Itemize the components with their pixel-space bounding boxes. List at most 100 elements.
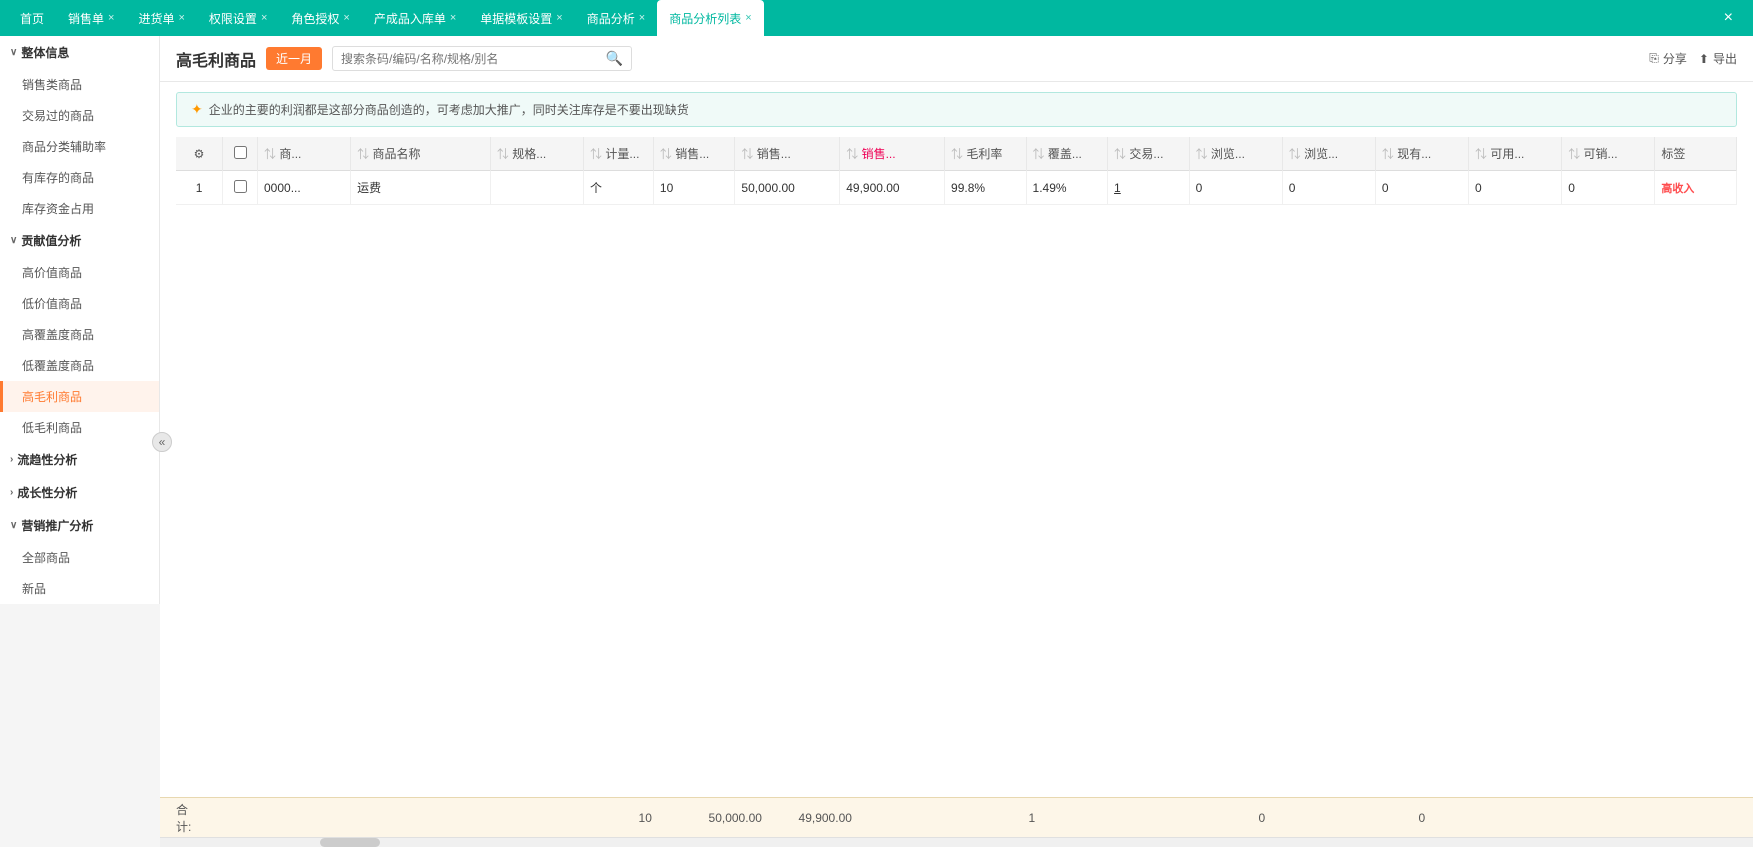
sort-icon: ⇅: [264, 147, 276, 161]
arrow-icon-marketing: ∨: [10, 520, 17, 531]
cell-checkbox[interactable]: [223, 171, 258, 205]
sidebar-collapse-button[interactable]: «: [152, 432, 172, 452]
nav-sales[interactable]: 销售单 ×: [56, 0, 126, 36]
footer-sales-amt: 50,000.00: [703, 811, 793, 825]
arrow-icon-trend: ›: [10, 454, 13, 465]
arrow-icon-overview: ∨: [10, 47, 17, 58]
th-name[interactable]: ⇅ 商品名称: [351, 137, 491, 171]
th-browse2[interactable]: ⇅ 浏览...: [1282, 137, 1375, 171]
nav-close-template[interactable]: ×: [556, 12, 562, 24]
sidebar-item-traded-goods[interactable]: 交易过的商品: [0, 100, 159, 131]
cell-sales-amt: 50,000.00: [735, 171, 840, 205]
th-profit[interactable]: ⇅ 销售...: [840, 137, 945, 171]
goods-table: ⚙ ⇅ 商... ⇅ 商品名称 ⇅ 规格...: [176, 137, 1737, 205]
table-header-row: ⚙ ⇅ 商... ⇅ 商品名称 ⇅ 规格...: [176, 137, 1737, 171]
th-tag[interactable]: 标签: [1655, 137, 1737, 171]
sort-icon: ⇅: [1568, 147, 1580, 161]
sidebar-item-low-value[interactable]: 低价值商品: [0, 288, 159, 319]
sidebar-item-new-goods[interactable]: 新品: [0, 573, 159, 604]
bottom-scrollbar[interactable]: [160, 837, 1753, 847]
th-sellable[interactable]: ⇅ 可销...: [1562, 137, 1655, 171]
cell-sellable: 0: [1562, 171, 1655, 205]
tag-label: 高收入: [1661, 183, 1694, 195]
nav-template[interactable]: 单据模板设置 ×: [468, 0, 574, 36]
nav-analysis[interactable]: 商品分析 ×: [575, 0, 657, 36]
sidebar-item-all-goods[interactable]: 全部商品: [0, 542, 159, 573]
footer-spacer1: [223, 811, 263, 825]
cell-num: 1: [176, 171, 223, 205]
th-stock2[interactable]: ⇅ 可用...: [1469, 137, 1562, 171]
info-banner: ✦ 企业的主要的利润都是这部分商品创造的，可考虑加大推广，同时关注库存是不要出现…: [176, 92, 1737, 127]
footer-sellable: 0: [1413, 811, 1493, 825]
search-icon[interactable]: 🔍: [606, 50, 623, 67]
period-button[interactable]: 近一月: [266, 47, 322, 70]
nav-close-permissions[interactable]: ×: [261, 12, 267, 24]
sidebar-item-high-coverage[interactable]: 高覆盖度商品: [0, 319, 159, 350]
nav-close-inbound[interactable]: ×: [450, 12, 456, 24]
sidebar-section-marketing[interactable]: ∨ 营销推广分析: [0, 509, 159, 542]
footer-values: 10 50,000.00 49,900.00 1 0 0: [223, 811, 1737, 825]
th-settings[interactable]: ⚙: [176, 137, 223, 171]
cell-cover: 1.49%: [1026, 171, 1108, 205]
sidebar-item-low-coverage[interactable]: 低覆盖度商品: [0, 350, 159, 381]
sidebar-item-high-value[interactable]: 高价值商品: [0, 257, 159, 288]
cell-profit: 49,900.00: [840, 171, 945, 205]
cell-browse1: 0: [1189, 171, 1282, 205]
footer-label: 合计:: [176, 801, 203, 835]
cell-stock2: 0: [1469, 171, 1562, 205]
th-sales-amt[interactable]: ⇅ 销售...: [735, 137, 840, 171]
sidebar-item-low-margin[interactable]: 低毛利商品: [0, 412, 159, 443]
select-all-checkbox[interactable]: [234, 146, 247, 159]
search-box: 🔍: [332, 46, 632, 71]
cell-trade[interactable]: 1: [1108, 171, 1190, 205]
sidebar-item-high-margin[interactable]: 高毛利商品: [0, 381, 159, 412]
sidebar-section-contribution[interactable]: ∨ 贡献值分析: [0, 224, 159, 257]
th-cover[interactable]: ⇅ 覆盖...: [1026, 137, 1108, 171]
sort-icon: ⇅: [1382, 147, 1394, 161]
content-area: 高毛利商品 近一月 🔍 ⎘ 分享 ⬆ 导出 ✦ 企业的主要的利润都是这部分商品创…: [160, 36, 1753, 847]
share-button[interactable]: ⎘ 分享: [1649, 50, 1687, 67]
nav-permissions[interactable]: 权限设置 ×: [197, 0, 279, 36]
nav-close-purchase[interactable]: ×: [178, 12, 184, 24]
th-spec[interactable]: ⇅ 规格...: [490, 137, 583, 171]
cell-unit: 个: [584, 171, 654, 205]
th-trade[interactable]: ⇅ 交易...: [1108, 137, 1190, 171]
sidebar: ∨ 整体信息 销售类商品 交易过的商品 商品分类辅助率 有库存的商品 库存资金占…: [0, 36, 160, 604]
nav-inbound[interactable]: 产成品入库单 ×: [362, 0, 468, 36]
cell-spec: [490, 171, 583, 205]
nav-close-analysis-list[interactable]: ×: [745, 12, 751, 24]
arrow-icon-growth: ›: [10, 487, 13, 498]
sort-icon: ⇅: [1033, 147, 1045, 161]
th-checkbox[interactable]: [223, 137, 258, 171]
nav-close-roles[interactable]: ×: [343, 12, 349, 24]
sort-icon: ⇅: [660, 147, 672, 161]
cell-browse2: 0: [1282, 171, 1375, 205]
sort-icon: ⇅: [1475, 147, 1487, 161]
th-stock1[interactable]: ⇅ 现有...: [1375, 137, 1468, 171]
th-sales-qty[interactable]: ⇅ 销售...: [653, 137, 735, 171]
sidebar-section-overview[interactable]: ∨ 整体信息: [0, 36, 159, 69]
sidebar-item-stock-capital[interactable]: 库存资金占用: [0, 193, 159, 224]
footer-spacer11: [1333, 811, 1413, 825]
top-navigation: 首页 销售单 × 进货单 × 权限设置 × 角色授权 × 产成品入库单 × 单据…: [0, 0, 1753, 36]
search-input[interactable]: [341, 52, 606, 66]
sidebar-item-sales-goods[interactable]: 销售类商品: [0, 69, 159, 100]
sidebar-item-category-rate[interactable]: 商品分类辅助率: [0, 131, 159, 162]
nav-close-analysis[interactable]: ×: [639, 12, 645, 24]
sidebar-section-trend[interactable]: › 流趋性分析: [0, 443, 159, 476]
nav-analysis-list[interactable]: 商品分析列表 ×: [657, 0, 763, 36]
th-browse1[interactable]: ⇅ 浏览...: [1189, 137, 1282, 171]
sidebar-section-growth[interactable]: › 成长性分析: [0, 476, 159, 509]
th-unit[interactable]: ⇅ 计量...: [584, 137, 654, 171]
nav-purchase[interactable]: 进货单 ×: [126, 0, 196, 36]
footer-spacer10: [1173, 811, 1253, 825]
row-checkbox[interactable]: [234, 180, 247, 193]
export-button[interactable]: ⬆ 导出: [1699, 50, 1737, 67]
nav-home[interactable]: 首页: [8, 0, 56, 36]
window-close-button[interactable]: ×: [1712, 9, 1745, 27]
nav-roles[interactable]: 角色授权 ×: [279, 0, 361, 36]
nav-close-sales[interactable]: ×: [108, 12, 114, 24]
th-code[interactable]: ⇅ 商...: [258, 137, 351, 171]
sidebar-item-in-stock[interactable]: 有库存的商品: [0, 162, 159, 193]
th-gross-rate[interactable]: ⇅ 毛利率: [945, 137, 1027, 171]
